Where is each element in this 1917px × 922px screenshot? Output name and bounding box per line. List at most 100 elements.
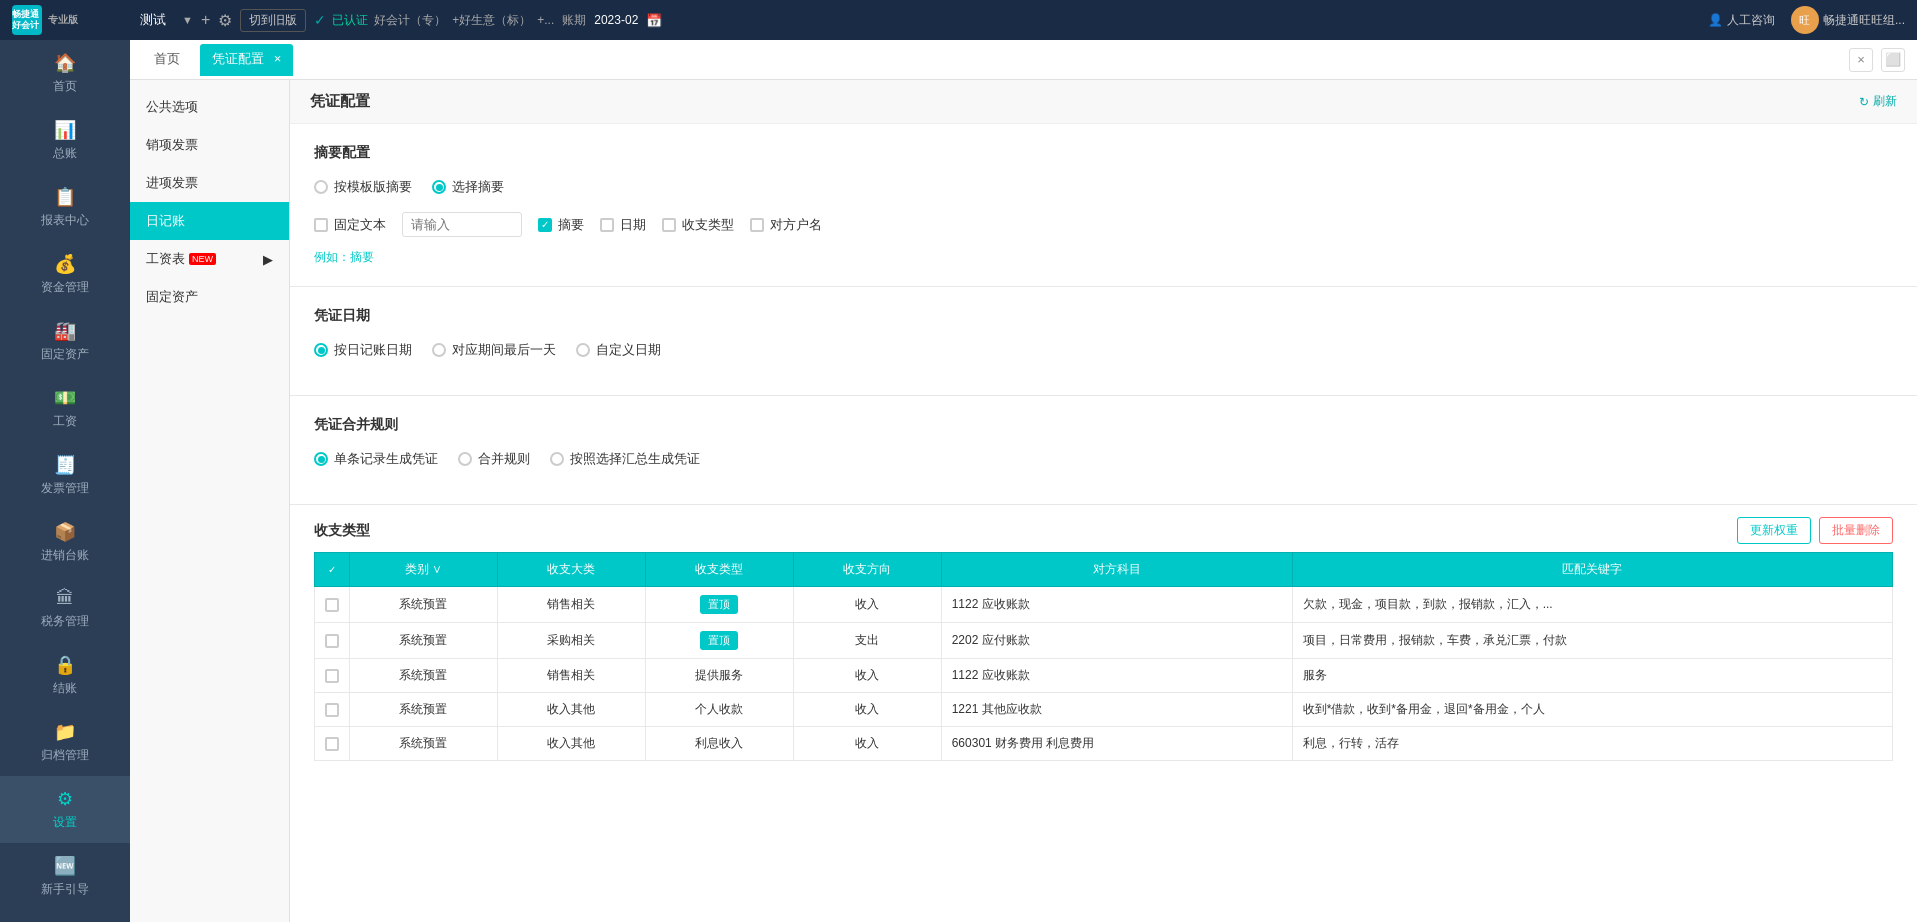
row-checkbox-2[interactable]: [315, 659, 350, 693]
checkbox-income-expense-type[interactable]: 收支类型: [662, 216, 734, 234]
human-consult-btn[interactable]: 👤 人工咨询: [1708, 12, 1775, 29]
sidebar-item-invoice[interactable]: 🧾 发票管理: [0, 442, 130, 509]
summary-radio-group: 按模板版摘要 选择摘要: [314, 178, 1893, 196]
dropdown-arrow[interactable]: ▼: [182, 14, 193, 26]
sidebar-label-capital: 资金管理: [41, 279, 89, 296]
row-checkbox-0[interactable]: [315, 587, 350, 623]
table-header-row: 收支类型 更新权重 批量删除: [314, 517, 1893, 544]
tab-close-btn[interactable]: ×: [274, 51, 282, 66]
row-category-2: 系统预置: [350, 659, 498, 693]
sidebar-item-settings[interactable]: ⚙ 设置: [0, 776, 130, 843]
left-nav-public[interactable]: 公共选项: [130, 88, 289, 126]
home-icon: 🏠: [54, 52, 76, 74]
checkbox-box-counterparty-name: [750, 218, 764, 232]
left-nav-fixed-assets[interactable]: 固定资产: [130, 278, 289, 316]
period-value: 2023-02: [594, 13, 638, 27]
refresh-label: 刷新: [1873, 93, 1897, 110]
row-checkbox-box-4[interactable]: [325, 737, 339, 751]
tab-minimize-btn[interactable]: ×: [1849, 48, 1873, 72]
col-type-header: 收支类型: [645, 553, 793, 587]
row-type-4: 利息收入: [645, 727, 793, 761]
sidebar-item-capital[interactable]: 💰 资金管理: [0, 241, 130, 308]
row-checkbox-1[interactable]: [315, 623, 350, 659]
row-category-1: 系统预置: [350, 623, 498, 659]
row-direction-0: 收入: [793, 587, 941, 623]
sidebar-label-settings: 设置: [53, 814, 77, 831]
certified-icon: ✓: [314, 12, 326, 28]
radio-circle-single-record: [314, 452, 328, 466]
top-nav-test[interactable]: 测试: [132, 7, 174, 33]
row-checkbox-box-3[interactable]: [325, 703, 339, 717]
left-nav-purchase-invoice[interactable]: 进项发票: [130, 164, 289, 202]
fixed-text-input[interactable]: [402, 212, 522, 237]
sidebar-label-invoice: 发票管理: [41, 480, 89, 497]
radio-merge-rule[interactable]: 合并规则: [458, 450, 530, 468]
col-checkbox[interactable]: ✓: [315, 553, 350, 587]
row-keywords-4: 利息，行转，活存: [1292, 727, 1892, 761]
radio-single-record[interactable]: 单条记录生成凭证: [314, 450, 438, 468]
sidebar-item-ledger[interactable]: 📊 总账: [0, 107, 130, 174]
sidebar-item-guide[interactable]: 🆕 新手引导: [0, 843, 130, 910]
row-checkbox-box-0[interactable]: [325, 598, 339, 612]
refresh-btn[interactable]: ↻ 刷新: [1859, 93, 1897, 110]
sidebar-label-ledger: 总账: [53, 145, 77, 162]
checkbox-fixed-text[interactable]: 固定文本: [314, 216, 386, 234]
radio-period-last-day[interactable]: 对应期间最后一天: [432, 341, 556, 359]
settings-icon: ⚙: [57, 788, 73, 810]
radio-template-summary[interactable]: 按模板版摘要: [314, 178, 412, 196]
new-badge: NEW: [189, 253, 216, 265]
sales-ledger-icon: 📦: [54, 521, 76, 543]
badges: ✓ 已认证 好会计（专） +好生意（标） +...: [314, 12, 554, 29]
row-checkbox-box-2[interactable]: [325, 669, 339, 683]
row-checkbox-4[interactable]: [315, 727, 350, 761]
panel-title: 凭证配置: [310, 92, 370, 111]
type-tag-1[interactable]: 置顶: [700, 631, 738, 650]
page-content: 公共选项 销项发票 进项发票 日记账 工资表 NEW ▶ 固定资产: [130, 80, 1917, 922]
row-checkbox-3[interactable]: [315, 693, 350, 727]
income-expense-table: ✓ 类别 ∨ 收支大类 收支类型 收支方向 对方科目 匹配关键字: [314, 552, 1893, 761]
row-bigclass-1: 采购相关: [497, 623, 645, 659]
checkbox-date[interactable]: 日期: [600, 216, 646, 234]
tab-voucher-config[interactable]: 凭证配置 ×: [200, 44, 293, 76]
ledger-icon: 📊: [54, 119, 76, 141]
voucher-merge-title: 凭证合并规则: [314, 416, 1893, 434]
sidebar-item-close-account[interactable]: 🔒 结账: [0, 642, 130, 709]
left-nav-salary-table[interactable]: 工资表 NEW ▶: [130, 240, 289, 278]
radio-diary-date[interactable]: 按日记账日期: [314, 341, 412, 359]
sidebar-label-salary: 工资: [53, 413, 77, 430]
radio-summarize-generate[interactable]: 按照选择汇总生成凭证: [550, 450, 700, 468]
arrow-icon: ▶: [263, 252, 273, 267]
sidebar-label-guide: 新手引导: [41, 881, 89, 898]
sidebar-item-sales-ledger[interactable]: 📦 进销台账: [0, 509, 130, 576]
switch-old-btn[interactable]: 切到旧版: [240, 9, 306, 32]
checkbox-counterparty-name[interactable]: 对方户名: [750, 216, 822, 234]
update-weight-btn[interactable]: 更新权重: [1737, 517, 1811, 544]
sidebar-item-fixed-assets[interactable]: 🏭 固定资产: [0, 308, 130, 375]
tab-bar: 首页 凭证配置 × × ⬜: [130, 40, 1917, 80]
sidebar-item-report[interactable]: 📋 报表中心: [0, 174, 130, 241]
sidebar-item-member[interactable]: 👑 畅会员: [0, 910, 130, 922]
batch-delete-btn[interactable]: 批量删除: [1819, 517, 1893, 544]
sidebar-item-salary[interactable]: 💵 工资: [0, 375, 130, 442]
sidebar-item-archive[interactable]: 📁 归档管理: [0, 709, 130, 776]
user-info[interactable]: 旺 畅捷通旺旺组...: [1791, 6, 1905, 34]
sidebar-item-tax[interactable]: 🏛 税务管理: [0, 576, 130, 642]
add-button[interactable]: +: [201, 11, 210, 29]
type-tag-0[interactable]: 置顶: [700, 595, 738, 614]
radio-select-summary[interactable]: 选择摘要: [432, 178, 504, 196]
logo-icon: 畅捷通好会计: [12, 5, 42, 35]
row-checkbox-box-1[interactable]: [325, 634, 339, 648]
settings-top-button[interactable]: ⚙: [218, 11, 232, 30]
row-type-1: 置顶: [645, 623, 793, 659]
sidebar-item-home[interactable]: 🏠 首页: [0, 40, 130, 107]
checkbox-summary[interactable]: ✓ 摘要: [538, 216, 584, 234]
tab-restore-btn[interactable]: ⬜: [1881, 48, 1905, 72]
table-row: 系统预置 收入其他 利息收入 收入 660301 财务费用 利息费用 利息，行转…: [315, 727, 1893, 761]
table-select-all[interactable]: ✓: [325, 563, 339, 577]
tab-home[interactable]: 首页: [142, 44, 192, 76]
left-nav-diary[interactable]: 日记账: [130, 202, 289, 240]
salary-icon: 💵: [54, 387, 76, 409]
left-nav-sales-invoice[interactable]: 销项发票: [130, 126, 289, 164]
radio-custom-date[interactable]: 自定义日期: [576, 341, 661, 359]
calendar-icon[interactable]: 📅: [646, 13, 662, 28]
